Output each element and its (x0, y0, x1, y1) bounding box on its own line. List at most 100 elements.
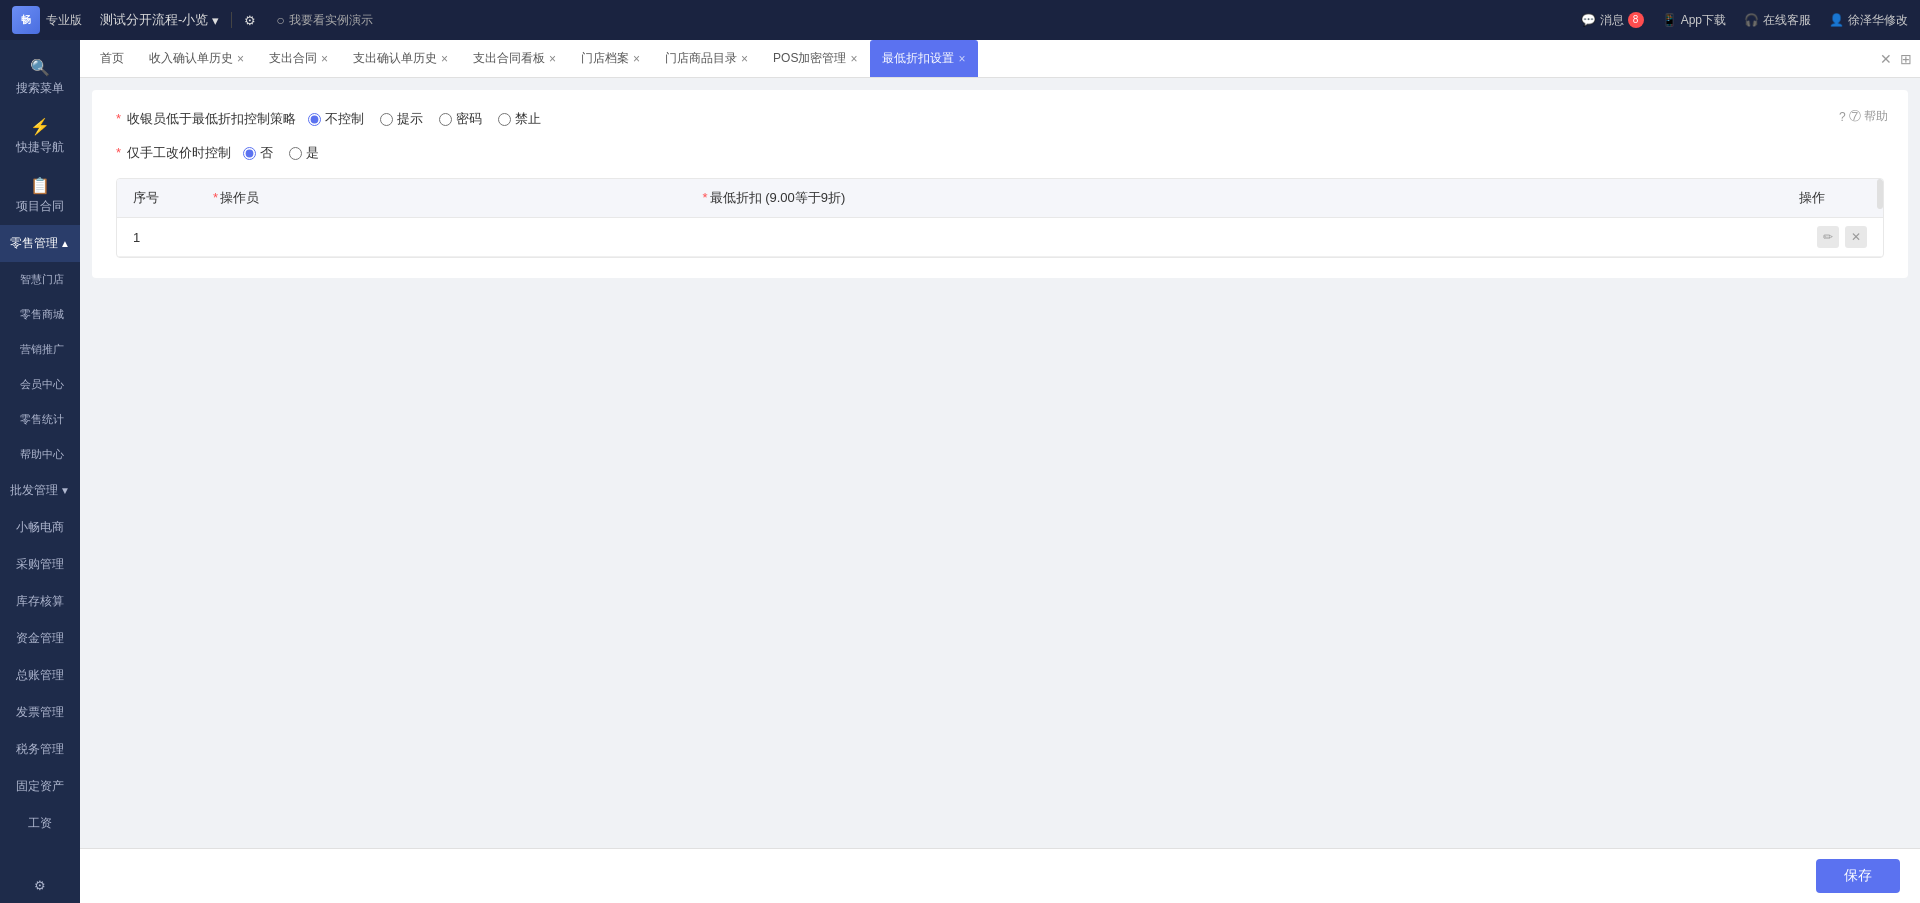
tab-pos-password[interactable]: POS加密管理 × (761, 40, 870, 78)
discount-strategy-radio-group: 不控制 提示 密码 禁止 (308, 110, 541, 128)
sidebar-item-shortcuts[interactable]: ⚡ 快捷导航 (0, 107, 80, 166)
sidebar-item-projects[interactable]: 📋 项目合同 (0, 166, 80, 225)
manual-price-row: * 仅手工改价时控制 否 是 (116, 144, 1884, 162)
discount-table: 序号 *操作员 *最低折扣 (9.00等于9折) 操作 (117, 179, 1883, 257)
project-dropdown-icon: ▾ (212, 13, 219, 28)
sidebar-item-salary[interactable]: 工资 (0, 805, 80, 842)
sidebar-settings-button[interactable]: ⚙ (0, 868, 80, 903)
demo-icon: ○ (276, 12, 284, 28)
delete-row-button[interactable]: ✕ (1845, 226, 1867, 248)
sidebar-item-members[interactable]: 会员中心 (0, 367, 80, 402)
radio-no-control[interactable]: 不控制 (308, 110, 364, 128)
app-download-button[interactable]: 📱 App下载 (1662, 12, 1726, 29)
sidebar-item-online-shop[interactable]: 零售商城 (0, 297, 80, 332)
sidebar-item-smart-store[interactable]: 智慧门店 (0, 262, 80, 297)
tab-payment-confirm[interactable]: 支出确认单历史 × (341, 40, 461, 78)
discount-table-container: 序号 *操作员 *最低折扣 (9.00等于9折) 操作 (116, 178, 1884, 258)
tabbar: 首页 收入确认单历史 × 支出合同 × 支出确认单历史 × 支出合同看板 × 门… (80, 40, 1920, 78)
sidebar-item-finance[interactable]: 资金管理 (0, 620, 80, 657)
tab-min-discount-close[interactable]: × (958, 52, 965, 66)
sidebar-label-help: 帮助中心 (20, 447, 64, 462)
sidebar-item-search[interactable]: 🔍 搜索菜单 (0, 48, 80, 107)
project-selector[interactable]: 测试分开流程-小览 ▾ (100, 11, 219, 29)
tab-store-archive[interactable]: 门店档案 × (569, 40, 653, 78)
manual-price-label: * 仅手工改价时控制 (116, 144, 231, 162)
app-logo: 畅 专业版 (12, 6, 92, 34)
user-profile-button[interactable]: 👤 徐泽华修改 (1829, 12, 1908, 29)
radio-manual-yes[interactable]: 是 (289, 144, 319, 162)
radio-password[interactable]: 密码 (439, 110, 482, 128)
online-service-button[interactable]: 🎧 在线客服 (1744, 12, 1811, 29)
sidebar-item-wholesale[interactable]: 批发管理 ▼ (0, 472, 80, 509)
tab-income-confirm[interactable]: 收入确认单历史 × (137, 40, 257, 78)
tab-store-archive-close[interactable]: × (633, 52, 640, 66)
manual-price-radio-group: 否 是 (243, 144, 319, 162)
online-service-label: 在线客服 (1763, 12, 1811, 29)
tab-payment-board[interactable]: 支出合同看板 × (461, 40, 569, 78)
tab-payment-board-label: 支出合同看板 (473, 50, 545, 67)
sidebar-item-retail-stats[interactable]: 零售统计 (0, 402, 80, 437)
sidebar-item-fixed-assets[interactable]: 固定资产 (0, 768, 80, 805)
demo-link[interactable]: ○ 我要看实例演示 (276, 12, 372, 29)
sidebar-item-marketing[interactable]: 营销推广 (0, 332, 80, 367)
tab-income-confirm-close[interactable]: × (237, 52, 244, 66)
sidebar-item-tax[interactable]: 税务管理 (0, 731, 80, 768)
sidebar-label-tax: 税务管理 (16, 741, 64, 758)
topbar: 畅 专业版 测试分开流程-小览 ▾ ⚙ ○ 我要看实例演示 💬 消息 8 📱 A… (0, 0, 1920, 40)
sidebar-label-projects: 项目合同 (16, 198, 64, 215)
page-footer: 保存 (80, 848, 1920, 903)
help-link[interactable]: ? ⑦ 帮助 (1839, 108, 1888, 125)
message-button[interactable]: 💬 消息 8 (1581, 12, 1644, 29)
tab-payment-board-close[interactable]: × (549, 52, 556, 66)
user-name: 徐泽华修改 (1848, 12, 1908, 29)
retail-collapse-arrow: ▲ (60, 238, 70, 249)
sidebar: 🔍 搜索菜单 ⚡ 快捷导航 📋 项目合同 零售管理 ▲ 智慧门店 零售商城 营销… (0, 40, 80, 903)
expand-tabs-icon[interactable]: ⊞ (1900, 51, 1912, 67)
radio-forbid[interactable]: 禁止 (498, 110, 541, 128)
tab-min-discount[interactable]: 最低折扣设置 × (870, 40, 978, 78)
save-button[interactable]: 保存 (1816, 859, 1900, 893)
discount-strategy-label: * 收银员低于最低折扣控制策略 (116, 110, 296, 128)
sidebar-item-ecommerce[interactable]: 小畅电商 (0, 509, 80, 546)
tab-income-confirm-label: 收入确认单历史 (149, 50, 233, 67)
sidebar-item-purchase[interactable]: 采购管理 (0, 546, 80, 583)
sidebar-item-retail[interactable]: 零售管理 ▲ (0, 225, 80, 262)
sidebar-label-retail-stats: 零售统计 (20, 412, 64, 427)
sidebar-label-finance: 资金管理 (16, 630, 64, 647)
message-icon: 💬 (1581, 13, 1596, 27)
tab-pos-password-close[interactable]: × (850, 52, 857, 66)
sidebar-item-accounting[interactable]: 总账管理 (0, 657, 80, 694)
main-container: 🔍 搜索菜单 ⚡ 快捷导航 📋 项目合同 零售管理 ▲ 智慧门店 零售商城 营销… (0, 40, 1920, 903)
project-name: 测试分开流程-小览 (100, 11, 208, 29)
table-scrollbar[interactable] (1877, 179, 1883, 209)
message-label: 消息 (1600, 12, 1624, 29)
tab-payment-contract[interactable]: 支出合同 × (257, 40, 341, 78)
edit-row-button[interactable]: ✏ (1817, 226, 1839, 248)
cell-operator (197, 218, 686, 257)
sidebar-label-search: 搜索菜单 (16, 80, 64, 97)
sidebar-label-purchase: 采购管理 (16, 556, 64, 573)
sidebar-item-invoice[interactable]: 发票管理 (0, 694, 80, 731)
settings-icon-topbar[interactable]: ⚙ (244, 13, 256, 28)
table-header-row: 序号 *操作员 *最低折扣 (9.00等于9折) 操作 (117, 179, 1883, 218)
tab-home[interactable]: 首页 (88, 40, 137, 78)
sidebar-item-help[interactable]: 帮助中心 (0, 437, 80, 472)
tab-store-products-close[interactable]: × (741, 52, 748, 66)
close-all-tabs-icon[interactable]: ✕ (1880, 51, 1892, 67)
tab-store-products[interactable]: 门店商品目录 × (653, 40, 761, 78)
required-mark-strategy: * (116, 111, 121, 126)
sidebar-label-ecommerce: 小畅电商 (16, 519, 64, 536)
tab-payment-confirm-close[interactable]: × (441, 52, 448, 66)
page-content: ? ⑦ 帮助 * 收银员低于最低折扣控制策略 不控制 (80, 78, 1920, 848)
tab-home-label: 首页 (100, 50, 124, 67)
col-header-discount: *最低折扣 (9.00等于9折) (686, 179, 1783, 218)
radio-manual-no[interactable]: 否 (243, 144, 273, 162)
tab-store-products-label: 门店商品目录 (665, 50, 737, 67)
tab-payment-contract-close[interactable]: × (321, 52, 328, 66)
logo-icon: 畅 (12, 6, 40, 34)
col-header-action: 操作 (1783, 179, 1883, 218)
shortcuts-icon: ⚡ (30, 117, 50, 136)
sidebar-item-inventory[interactable]: 库存核算 (0, 583, 80, 620)
sidebar-label-invoice: 发票管理 (16, 704, 64, 721)
radio-prompt[interactable]: 提示 (380, 110, 423, 128)
